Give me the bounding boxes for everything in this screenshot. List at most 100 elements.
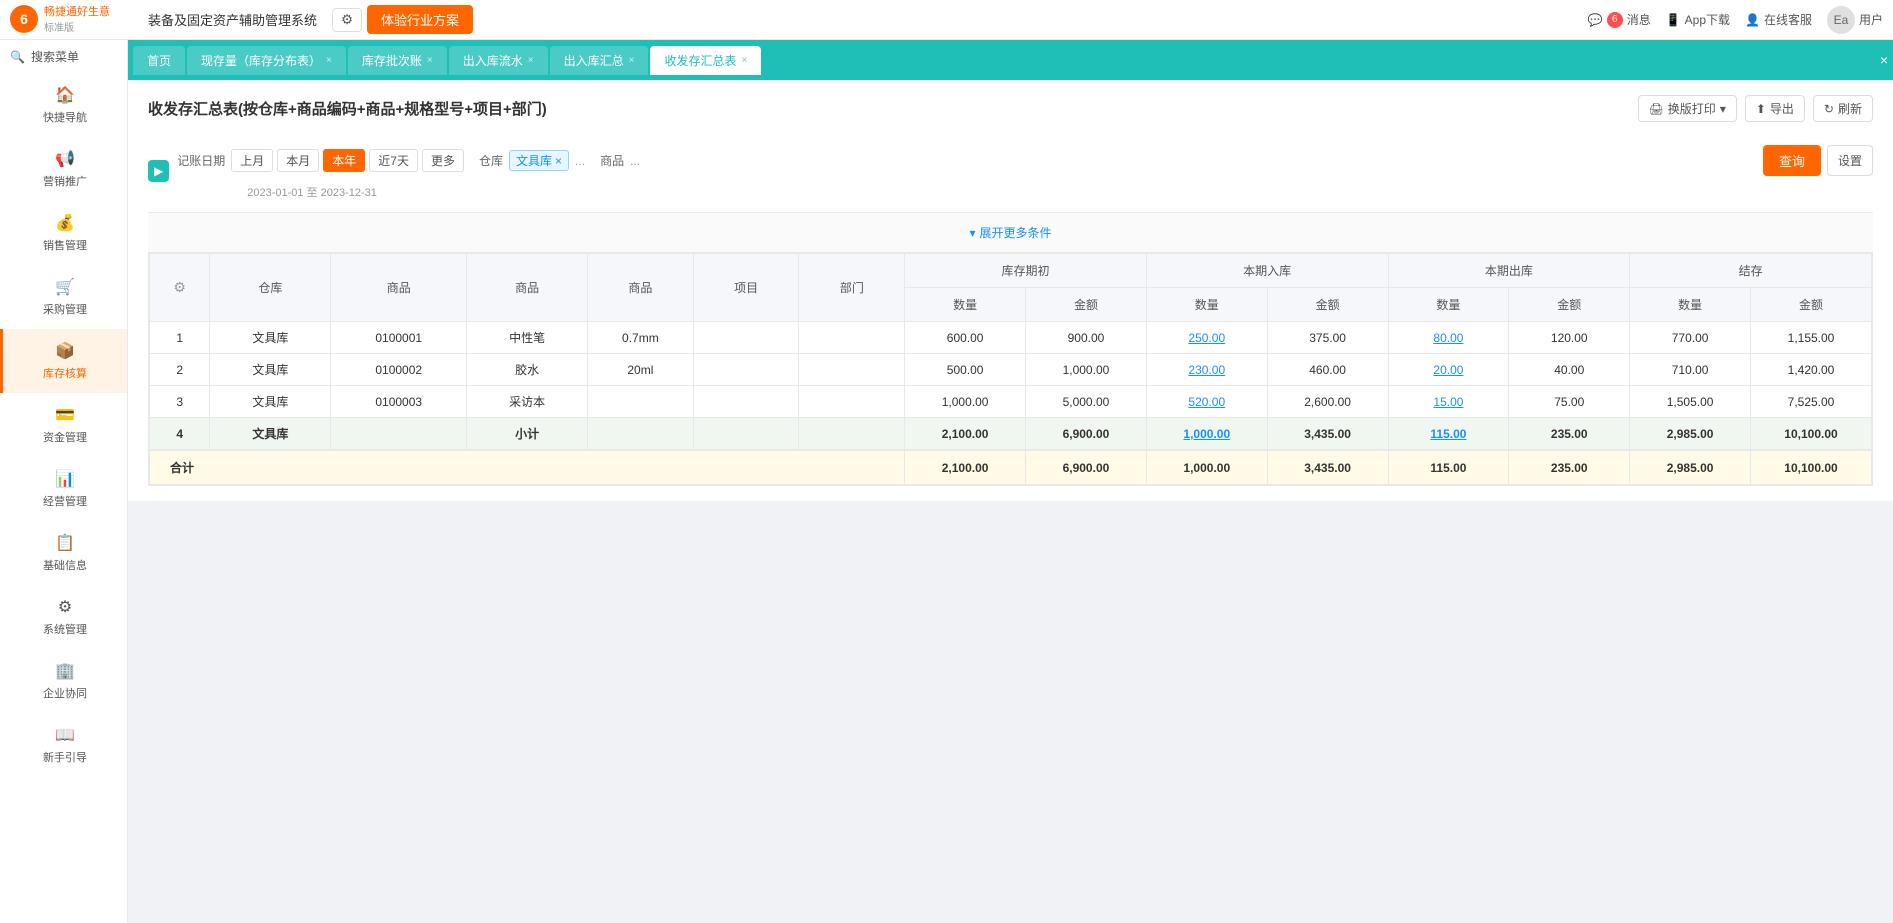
- last-7-days-btn[interactable]: 近7天: [369, 149, 418, 172]
- col-in-qty-header: 数量: [1146, 288, 1267, 322]
- sidebar-item-inventory[interactable]: 📦 库存核算: [0, 329, 127, 393]
- user-label: 用户: [1859, 11, 1883, 28]
- query-button[interactable]: 查询: [1763, 145, 1821, 176]
- row-in-qty[interactable]: 520.00: [1146, 386, 1267, 418]
- sidebar-item-finance[interactable]: 💳 资金管理: [0, 393, 127, 457]
- subtotal-in-qty[interactable]: 1,000.00: [1146, 418, 1267, 451]
- tab-stock-summary[interactable]: 收发存汇总表 ×: [650, 46, 761, 75]
- quick-nav-icon: 🏠: [55, 85, 75, 105]
- sidebar-item-operations[interactable]: 📊 经营管理: [0, 457, 127, 521]
- sidebar-item-label: 采购管理: [43, 301, 87, 317]
- tab-in-out-flow[interactable]: 出入库流水 ×: [449, 46, 548, 75]
- table-settings-icon[interactable]: ⚙: [173, 279, 186, 296]
- filter-row-1: 记账日期 上月 本月 本年 近7天 更多: [177, 137, 1873, 184]
- total-init-amt: 6,900.00: [1026, 450, 1147, 485]
- search-menu-item[interactable]: 🔍 搜索菜单: [0, 40, 127, 73]
- last-month-btn[interactable]: 上月: [231, 149, 273, 172]
- sidebar-item-purchase[interactable]: 🛒 采购管理: [0, 265, 127, 329]
- row-out-qty[interactable]: 80.00: [1388, 322, 1509, 354]
- inventory-icon: 📦: [55, 341, 75, 361]
- user-area[interactable]: Ea 用户: [1827, 6, 1883, 34]
- col-in-amt-header: 金额: [1267, 288, 1388, 322]
- gear-button[interactable]: ⚙: [332, 8, 362, 32]
- sidebar-item-label: 营销推广: [43, 173, 87, 189]
- tab-home[interactable]: 首页: [133, 46, 185, 75]
- warehouse-tag-remove[interactable]: ×: [555, 154, 562, 168]
- chevron-down-icon: ▾: [1720, 102, 1726, 116]
- product-filter-group: 商品 ...: [600, 152, 640, 169]
- system-icon: ⚙: [58, 597, 72, 617]
- top-bar: 6 畅捷通好生意 标准版 装备及固定资产辅助管理系统 ⚙ 体验行业方案 💬 6 …: [0, 0, 1893, 40]
- sidebar-item-quick-nav[interactable]: 🏠 快捷导航: [0, 73, 127, 137]
- row-name: 胶水: [467, 354, 588, 386]
- filter-toggle-button[interactable]: ▶: [148, 160, 169, 182]
- row-spec: [588, 386, 694, 418]
- expand-conditions-row: ▾ 展开更多条件: [148, 212, 1873, 252]
- tab-close-icon[interactable]: ×: [741, 55, 747, 66]
- row-out-qty[interactable]: 20.00: [1388, 354, 1509, 386]
- warehouse-tag[interactable]: 文具库 ×: [509, 150, 569, 171]
- system-title: 装备及固定资产辅助管理系统: [148, 10, 317, 29]
- product-filter-label: 商品: [600, 152, 624, 169]
- sidebar-item-enterprise[interactable]: 🏢 企业协同: [0, 649, 127, 713]
- row-in-qty[interactable]: 250.00: [1146, 322, 1267, 354]
- subtotal-init-amt: 6,900.00: [1026, 418, 1147, 451]
- search-menu-label: 搜索菜单: [31, 48, 79, 65]
- tab-close-icon[interactable]: ×: [629, 55, 635, 66]
- subtotal-in-amt: 3,435.00: [1267, 418, 1388, 451]
- subtotal-no: 4: [150, 418, 210, 451]
- tab-batch-ledger[interactable]: 库存批次账 ×: [348, 46, 447, 75]
- message-button[interactable]: 💬 6 消息: [1588, 11, 1651, 28]
- row-out-qty[interactable]: 15.00: [1388, 386, 1509, 418]
- total-row: 合计 2,100.00 6,900.00 1,000.00 3,435.00 1…: [150, 450, 1872, 485]
- table-row: 1 文具库 0100001 中性笔 0.7mm 600.00 900.00 25…: [150, 322, 1872, 354]
- trial-button[interactable]: 体验行业方案: [367, 5, 473, 34]
- row-init-amt: 1,000.00: [1026, 354, 1147, 386]
- subtotal-empty4: [799, 418, 905, 451]
- tab-stock-summary-label: 收发存汇总表: [664, 52, 736, 69]
- sidebar-item-basic-info[interactable]: 📋 基础信息: [0, 521, 127, 585]
- warehouse-tag-text: 文具库: [516, 152, 552, 169]
- row-bal-qty: 710.00: [1630, 354, 1751, 386]
- settings-button[interactable]: 设置: [1827, 145, 1873, 176]
- export-button[interactable]: ⬆ 导出: [1745, 95, 1805, 122]
- expand-conditions-button[interactable]: ▾ 展开更多条件: [964, 219, 1056, 246]
- sidebar-item-label: 经营管理: [43, 493, 87, 509]
- content-area: 首页 现存量（库存分布表） × 库存批次账 × 出入库流水 × 出入库汇总 ×: [128, 40, 1893, 923]
- tab-close-icon[interactable]: ×: [427, 55, 433, 66]
- tab-inventory-dist[interactable]: 现存量（库存分布表） ×: [187, 46, 346, 75]
- app-download-button[interactable]: 📱 App下载: [1666, 11, 1730, 28]
- more-date-btn[interactable]: 更多: [422, 149, 464, 172]
- row-in-qty[interactable]: 230.00: [1146, 354, 1267, 386]
- product-more[interactable]: ...: [630, 154, 640, 168]
- subtotal-warehouse: 文具库: [210, 418, 331, 451]
- print-button[interactable]: 🖨 换版打印 ▾: [1638, 95, 1737, 122]
- sidebar-item-label: 基础信息: [43, 557, 87, 573]
- row-in-amt: 375.00: [1267, 322, 1388, 354]
- row-name: 中性笔: [467, 322, 588, 354]
- this-year-btn[interactable]: 本年: [323, 149, 365, 172]
- warehouse-more[interactable]: ...: [575, 154, 585, 168]
- enterprise-icon: 🏢: [55, 661, 75, 681]
- row-bal-amt: 1,420.00: [1751, 354, 1872, 386]
- online-service-button[interactable]: 👤 在线客服: [1745, 11, 1812, 28]
- sidebar-item-guide[interactable]: 📖 新手引导: [0, 713, 127, 777]
- tab-close-icon[interactable]: ×: [528, 55, 534, 66]
- tab-in-out-summary[interactable]: 出入库汇总 ×: [550, 46, 649, 75]
- this-month-btn[interactable]: 本月: [277, 149, 319, 172]
- operations-icon: 📊: [55, 469, 75, 489]
- close-all-tabs-button[interactable]: ×: [1880, 52, 1888, 68]
- expand-label: 展开更多条件: [980, 224, 1052, 241]
- subtotal-out-qty[interactable]: 115.00: [1388, 418, 1509, 451]
- sidebar-item-system[interactable]: ⚙ 系统管理: [0, 585, 127, 649]
- refresh-button[interactable]: ↻ 刷新: [1813, 95, 1873, 122]
- sidebar-item-sales[interactable]: 💰 销售管理: [0, 201, 127, 265]
- online-service-label: 在线客服: [1764, 11, 1812, 28]
- app-download-label: App下载: [1685, 11, 1730, 28]
- row-name: 采访本: [467, 386, 588, 418]
- row-no: 3: [150, 386, 210, 418]
- logo-tag: 标准版: [44, 19, 110, 34]
- tab-in-out-flow-label: 出入库流水: [463, 52, 523, 69]
- sidebar-item-marketing[interactable]: 📢 营销推广: [0, 137, 127, 201]
- tab-close-icon[interactable]: ×: [326, 55, 332, 66]
